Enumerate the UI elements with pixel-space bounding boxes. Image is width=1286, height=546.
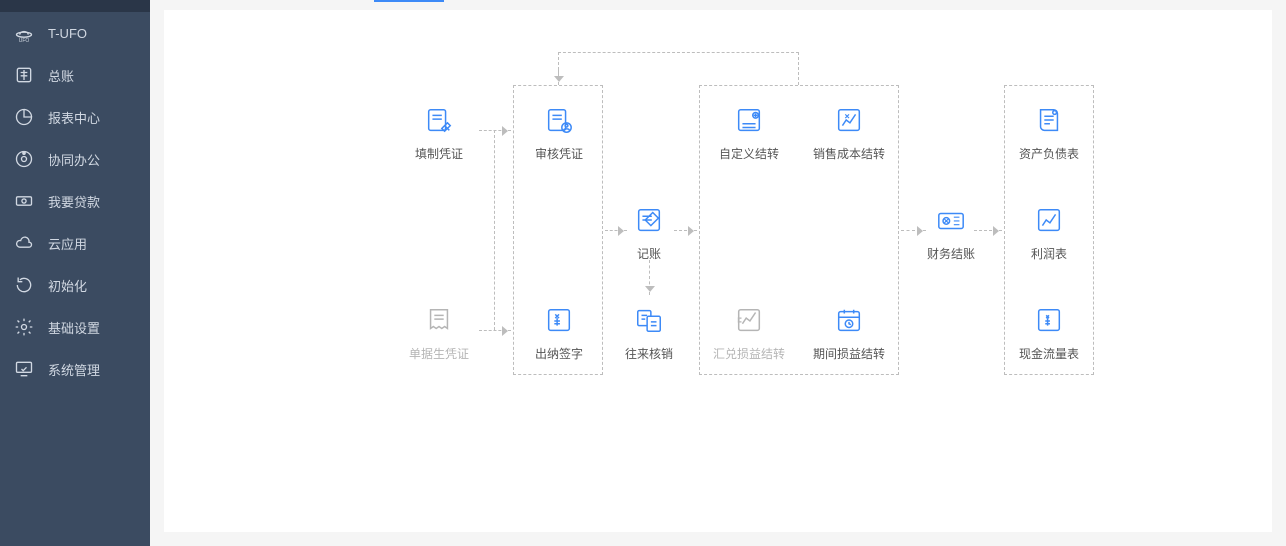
flow-label: 销售成本结转 [813, 145, 885, 162]
flow-node-tianzhipingzheng[interactable]: 填制凭证 [399, 105, 479, 162]
flow-label: 现金流量表 [1019, 345, 1079, 362]
sidebar-item-baobiao[interactable]: 报表中心 [0, 96, 150, 138]
settings-icon [14, 317, 34, 337]
report-center-icon [14, 107, 34, 127]
sidebar-item-label: 初始化 [48, 276, 87, 295]
collaboration-icon [14, 149, 34, 169]
flow-node-jizhang[interactable]: 记账 [609, 205, 689, 262]
ufo-icon: UFO [14, 23, 34, 43]
cashier-sign-icon [544, 305, 574, 335]
reconciliation-icon [634, 305, 664, 335]
flow-node-xiaoshouchengbenjiezhuan[interactable]: 销售成本结转 [809, 105, 889, 162]
ledger-icon [14, 65, 34, 85]
cashflow-report-icon [1034, 305, 1064, 335]
main-area: 填制凭证 审核凭证 自定义结转 销售成本 [150, 0, 1286, 546]
flow-connector-col1-down [494, 130, 495, 330]
sidebar-item-zongzhang[interactable]: 总账 [0, 54, 150, 96]
voucher-audit-icon [544, 105, 574, 135]
flow-label: 记账 [637, 245, 661, 262]
flow-label: 单据生凭证 [409, 345, 469, 362]
sales-cost-carryover-icon [834, 105, 864, 135]
flow-arrow-1 [479, 130, 511, 131]
flow-label: 审核凭证 [535, 145, 583, 162]
sidebar-item-label: 协同办公 [48, 150, 100, 169]
flow-node-zidingyijiezhuan[interactable]: 自定义结转 [709, 105, 789, 162]
flow-node-caiwujiezhang[interactable]: 财务结账 [911, 205, 991, 262]
cloud-icon [14, 233, 34, 253]
sidebar: UFO T-UFO 总账 报表中心 [0, 0, 150, 546]
exchange-gainloss-icon [734, 305, 764, 335]
flow-label: 汇兑损益结转 [713, 345, 785, 362]
flow-arrow-into-box1 [558, 70, 559, 85]
sidebar-item-label: 基础设置 [48, 318, 100, 337]
flow-label: 出纳签字 [535, 345, 583, 362]
flow-node-danjushengpingzheng: 单据生凭证 [399, 305, 479, 362]
bookkeeping-icon [634, 205, 664, 235]
flow-node-chunaqianzi[interactable]: 出纳签字 [519, 305, 599, 362]
sidebar-item-label: 云应用 [48, 234, 87, 253]
flow-node-xianjinliuliangbiao[interactable]: 现金流量表 [1009, 305, 1089, 362]
bill-to-voucher-icon [424, 305, 454, 335]
sidebar-item-jichushezhi[interactable]: 基础设置 [0, 306, 150, 348]
sidebar-item-label: 报表中心 [48, 108, 100, 127]
flow-node-zichanfuzhaibiao[interactable]: 资产负债表 [1009, 105, 1089, 162]
profit-report-icon [1034, 205, 1064, 235]
sidebar-item-label: 我要贷款 [48, 192, 100, 211]
sidebar-top-bar [0, 0, 150, 12]
sidebar-item-label: T-UFO [48, 26, 87, 41]
sidebar-item-label: 系统管理 [48, 360, 100, 379]
flow-connector-top [558, 52, 799, 85]
sidebar-item-xietong[interactable]: 协同办公 [0, 138, 150, 180]
finance-closing-icon [936, 205, 966, 235]
active-tab-indicator [374, 0, 444, 2]
flow-label: 资产负债表 [1019, 145, 1079, 162]
flow-node-qijiansunyijiezhuan[interactable]: 期间损益结转 [809, 305, 889, 362]
flow-arrow-jizhang-down [649, 260, 650, 295]
sidebar-item-xitongguanli[interactable]: 系统管理 [0, 348, 150, 390]
period-gainloss-icon [834, 305, 864, 335]
flow-arrow-1b [479, 330, 511, 331]
flow-label: 填制凭证 [415, 145, 463, 162]
sidebar-item-yunyingyong[interactable]: 云应用 [0, 222, 150, 264]
sidebar-item-chushihua[interactable]: 初始化 [0, 264, 150, 306]
system-icon [14, 359, 34, 379]
sidebar-item-daikuan[interactable]: 我要贷款 [0, 180, 150, 222]
workflow-panel: 填制凭证 审核凭证 自定义结转 销售成本 [164, 10, 1272, 532]
flow-label: 自定义结转 [719, 145, 779, 162]
svg-text:UFO: UFO [19, 38, 30, 43]
flow-node-huiduisunyijiezhuan: 汇兑损益结转 [709, 305, 789, 362]
flow-node-lirunbiao[interactable]: 利润表 [1009, 205, 1089, 262]
voucher-create-icon [424, 105, 454, 135]
flow-label: 财务结账 [927, 245, 975, 262]
flow-label: 利润表 [1031, 245, 1067, 262]
flow-node-shenhepingzheng[interactable]: 审核凭证 [519, 105, 599, 162]
balance-sheet-icon [1034, 105, 1064, 135]
flow-node-wanglaihexiao[interactable]: 往来核销 [609, 305, 689, 362]
sidebar-item-tufo[interactable]: UFO T-UFO [0, 12, 150, 54]
sidebar-item-label: 总账 [48, 66, 74, 85]
loan-icon [14, 191, 34, 211]
flow-label: 往来核销 [625, 345, 673, 362]
initialize-icon [14, 275, 34, 295]
flow-label: 期间损益结转 [813, 345, 885, 362]
custom-carryover-icon [734, 105, 764, 135]
